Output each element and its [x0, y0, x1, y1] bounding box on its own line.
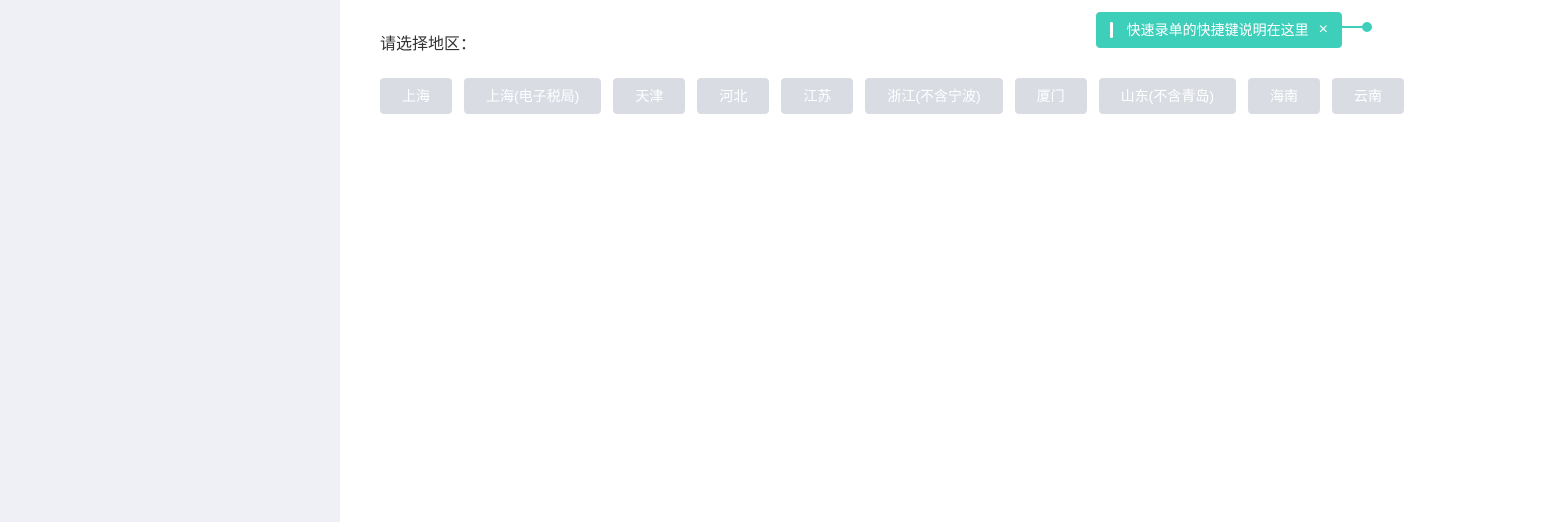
- tooltip-connector-dot: [1362, 22, 1372, 32]
- tooltip-close-button[interactable]: ×: [1319, 22, 1328, 38]
- region-btn-hainan[interactable]: 海南: [1248, 78, 1320, 114]
- region-btn-yunnan[interactable]: 云南: [1332, 78, 1404, 114]
- page-title: 请选择地区：: [380, 30, 1522, 54]
- left-sidebar: [0, 0, 340, 522]
- region-btn-shanghai[interactable]: 上海: [380, 78, 452, 114]
- region-btn-jiangsu[interactable]: 江苏: [781, 78, 853, 114]
- tooltip-text: 快速录单的快捷键说明在这里: [1127, 20, 1309, 40]
- region-btn-zhejiang[interactable]: 浙江(不含宁波): [865, 78, 1002, 114]
- region-btn-shandong[interactable]: 山东(不含青岛): [1099, 78, 1236, 114]
- region-btn-xiamen[interactable]: 厦门: [1015, 78, 1087, 114]
- main-content: 请选择地区： 上海上海(电子税局) 天津河北江苏浙江(不含宁波) 厦门山东(不含青岛…: [340, 0, 1562, 522]
- region-btn-tianjin[interactable]: 天津: [613, 78, 685, 114]
- tooltip-bar: 快速录单的快捷键说明在这里 ×: [1096, 12, 1342, 48]
- region-btn-shanghai-etax[interactable]: 上海(电子税局): [464, 78, 601, 114]
- region-btn-hebei[interactable]: 河北: [697, 78, 769, 114]
- region-buttons-container: 上海上海(电子税局) 天津河北江苏浙江(不含宁波) 厦门山东(不含青岛) 海南云南: [380, 78, 1522, 114]
